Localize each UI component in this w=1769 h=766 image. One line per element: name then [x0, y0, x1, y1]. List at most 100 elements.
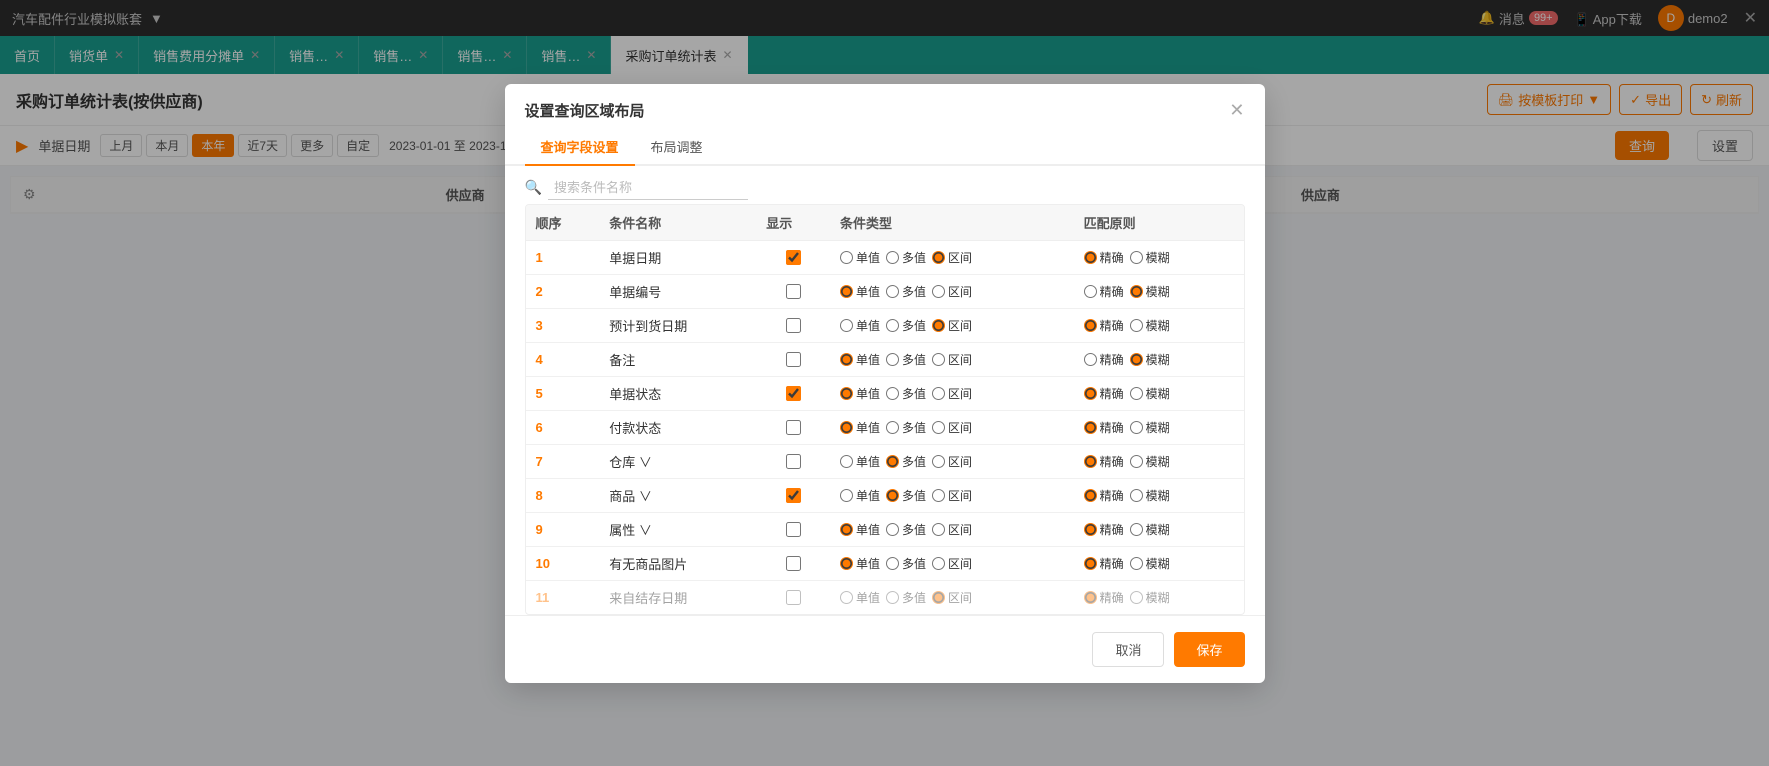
- match-option-label[interactable]: 模糊: [1130, 283, 1170, 300]
- row-show-checkbox[interactable]: [786, 284, 801, 299]
- type-option-label[interactable]: 多值: [886, 487, 926, 504]
- match-option-label[interactable]: 模糊: [1130, 555, 1170, 572]
- match-option-radio[interactable]: [1084, 557, 1097, 570]
- type-option-label[interactable]: 多值: [886, 283, 926, 300]
- type-option-label[interactable]: 区间: [932, 487, 972, 504]
- type-option-radio[interactable]: [886, 421, 899, 434]
- match-option-radio[interactable]: [1084, 319, 1097, 332]
- row-show-checkbox[interactable]: [786, 556, 801, 571]
- type-option-radio[interactable]: [932, 421, 945, 434]
- type-option-label[interactable]: 单值: [840, 589, 880, 606]
- match-option-label[interactable]: 模糊: [1130, 589, 1170, 606]
- type-option-label[interactable]: 单值: [840, 385, 880, 402]
- row-show-checkbox[interactable]: [786, 318, 801, 333]
- type-option-label[interactable]: 单值: [840, 453, 880, 470]
- type-option-label[interactable]: 区间: [932, 283, 972, 300]
- match-option-radio[interactable]: [1084, 251, 1097, 264]
- type-option-label[interactable]: 多值: [886, 317, 926, 334]
- row-show-checkbox[interactable]: [786, 250, 801, 265]
- match-option-radio[interactable]: [1130, 353, 1143, 366]
- match-option-radio[interactable]: [1084, 489, 1097, 502]
- match-option-label[interactable]: 精确: [1084, 351, 1124, 368]
- type-option-label[interactable]: 区间: [932, 419, 972, 436]
- type-option-radio[interactable]: [840, 353, 853, 366]
- type-option-label[interactable]: 区间: [932, 249, 972, 266]
- match-option-radio[interactable]: [1130, 455, 1143, 468]
- type-option-label[interactable]: 单值: [840, 249, 880, 266]
- match-option-label[interactable]: 精确: [1084, 385, 1124, 402]
- type-option-radio[interactable]: [886, 455, 899, 468]
- type-option-radio[interactable]: [932, 557, 945, 570]
- type-option-radio[interactable]: [932, 455, 945, 468]
- match-option-label[interactable]: 精确: [1084, 589, 1124, 606]
- match-option-label[interactable]: 精确: [1084, 521, 1124, 538]
- type-option-label[interactable]: 多值: [886, 555, 926, 572]
- match-option-label[interactable]: 模糊: [1130, 453, 1170, 470]
- type-option-radio[interactable]: [932, 591, 945, 604]
- match-option-radio[interactable]: [1130, 557, 1143, 570]
- type-option-radio[interactable]: [886, 557, 899, 570]
- match-option-label[interactable]: 精确: [1084, 419, 1124, 436]
- type-option-radio[interactable]: [840, 251, 853, 264]
- type-option-radio[interactable]: [932, 319, 945, 332]
- dialog-close-btn[interactable]: ✕: [1229, 100, 1244, 121]
- match-option-label[interactable]: 模糊: [1130, 317, 1170, 334]
- dialog-search-input[interactable]: [548, 176, 748, 200]
- match-option-radio[interactable]: [1084, 353, 1097, 366]
- match-option-label[interactable]: 精确: [1084, 453, 1124, 470]
- dialog-tab-field-settings[interactable]: 查询字段设置: [525, 131, 635, 166]
- match-option-radio[interactable]: [1130, 251, 1143, 264]
- row-show-checkbox[interactable]: [786, 420, 801, 435]
- row-show-checkbox[interactable]: [786, 488, 801, 503]
- match-option-radio[interactable]: [1130, 489, 1143, 502]
- match-option-label[interactable]: 精确: [1084, 487, 1124, 504]
- type-option-label[interactable]: 区间: [932, 589, 972, 606]
- match-option-radio[interactable]: [1130, 591, 1143, 604]
- type-option-label[interactable]: 单值: [840, 555, 880, 572]
- match-option-radio[interactable]: [1084, 591, 1097, 604]
- type-option-radio[interactable]: [886, 319, 899, 332]
- type-option-label[interactable]: 区间: [932, 521, 972, 538]
- type-option-radio[interactable]: [840, 591, 853, 604]
- row-show-checkbox[interactable]: [786, 590, 801, 605]
- match-option-radio[interactable]: [1084, 523, 1097, 536]
- match-option-radio[interactable]: [1130, 421, 1143, 434]
- type-option-label[interactable]: 单值: [840, 487, 880, 504]
- match-option-label[interactable]: 精确: [1084, 249, 1124, 266]
- type-option-label[interactable]: 多值: [886, 351, 926, 368]
- type-option-radio[interactable]: [840, 455, 853, 468]
- type-option-radio[interactable]: [840, 387, 853, 400]
- type-option-label[interactable]: 单值: [840, 317, 880, 334]
- row-show-checkbox[interactable]: [786, 522, 801, 537]
- type-option-label[interactable]: 区间: [932, 351, 972, 368]
- type-option-label[interactable]: 单值: [840, 521, 880, 538]
- type-option-label[interactable]: 多值: [886, 419, 926, 436]
- cancel-button[interactable]: 取消: [1092, 632, 1164, 667]
- match-option-radio[interactable]: [1130, 319, 1143, 332]
- type-option-radio[interactable]: [932, 489, 945, 502]
- type-option-radio[interactable]: [932, 353, 945, 366]
- type-option-radio[interactable]: [886, 285, 899, 298]
- type-option-radio[interactable]: [840, 285, 853, 298]
- match-option-label[interactable]: 模糊: [1130, 487, 1170, 504]
- match-option-label[interactable]: 模糊: [1130, 521, 1170, 538]
- type-option-label[interactable]: 多值: [886, 249, 926, 266]
- type-option-radio[interactable]: [886, 353, 899, 366]
- type-option-radio[interactable]: [932, 387, 945, 400]
- type-option-label[interactable]: 区间: [932, 317, 972, 334]
- match-option-radio[interactable]: [1084, 387, 1097, 400]
- row-show-checkbox[interactable]: [786, 386, 801, 401]
- match-option-radio[interactable]: [1084, 421, 1097, 434]
- match-option-radio[interactable]: [1130, 285, 1143, 298]
- type-option-radio[interactable]: [886, 523, 899, 536]
- match-option-label[interactable]: 精确: [1084, 555, 1124, 572]
- type-option-label[interactable]: 多值: [886, 385, 926, 402]
- save-button[interactable]: 保存: [1174, 632, 1244, 667]
- type-option-label[interactable]: 多值: [886, 453, 926, 470]
- type-option-radio[interactable]: [840, 557, 853, 570]
- match-option-label[interactable]: 模糊: [1130, 351, 1170, 368]
- match-option-radio[interactable]: [1084, 285, 1097, 298]
- type-option-radio[interactable]: [886, 387, 899, 400]
- row-show-checkbox[interactable]: [786, 454, 801, 469]
- match-option-label[interactable]: 模糊: [1130, 249, 1170, 266]
